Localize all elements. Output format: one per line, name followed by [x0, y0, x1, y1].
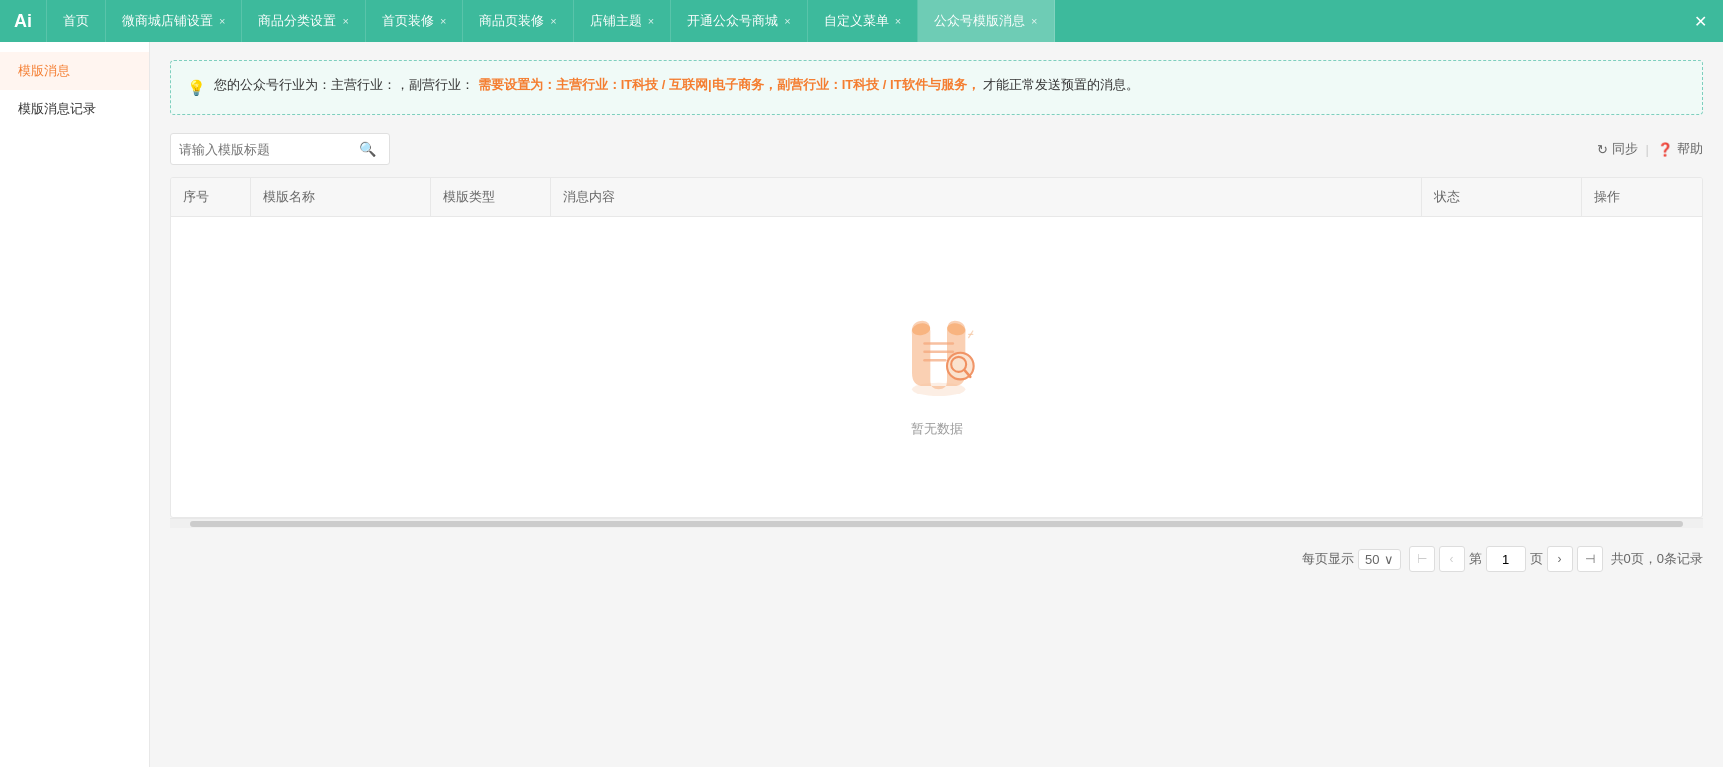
tab-label: 首页 [63, 12, 89, 30]
col-header-index: 序号 [171, 178, 251, 216]
next-page-button[interactable]: › [1547, 546, 1573, 572]
total-info: 共0页，0条记录 [1611, 550, 1703, 568]
tab-close-icon[interactable]: × [895, 15, 901, 27]
tab-label: 自定义菜单 [824, 12, 889, 30]
col-header-status: 状态 [1422, 178, 1582, 216]
chevron-down-icon: ∨ [1384, 552, 1394, 567]
tab-label: 商品页装修 [479, 12, 544, 30]
pagination: 每页显示 50 ∨ ⊢ ‹ 第 页 › ⊣ 共0页，0条记录 [170, 540, 1703, 578]
table-body: 暂无数据 [171, 217, 1702, 517]
content-area: 💡 您的公众号行业为：主营行业：，副营行业： 需要设置为：主营行业：IT科技 /… [150, 42, 1723, 767]
tab-item-5[interactable]: 店铺主题 × [574, 0, 671, 42]
tab-item-0[interactable]: 首页 [47, 0, 106, 42]
search-icon[interactable]: 🔍 [359, 141, 376, 157]
sync-button[interactable]: ↻ 同步 [1597, 140, 1638, 158]
scrollbar-thumb[interactable] [190, 521, 1683, 527]
prev-page-button[interactable]: ‹ [1439, 546, 1465, 572]
sidebar: 模版消息模版消息记录 [0, 42, 150, 767]
col-header-type: 模版类型 [431, 178, 551, 216]
search-input-wrap[interactable]: 🔍 [170, 133, 390, 165]
tab-label: 首页装修 [382, 12, 434, 30]
notice-icon: 💡 [187, 76, 206, 100]
logo: Ai [0, 0, 47, 42]
help-button[interactable]: ❓ 帮助 [1657, 140, 1703, 158]
tab-close-icon[interactable]: × [784, 15, 790, 27]
table-header: 序号 模版名称 模版类型 消息内容 状态 操作 [171, 178, 1702, 217]
tab-item-3[interactable]: 首页装修 × [366, 0, 463, 42]
table-wrap: 序号 模版名称 模版类型 消息内容 状态 操作 [170, 177, 1703, 518]
tab-bar: Ai 首页微商城店铺设置×商品分类设置×首页装修×商品页装修×店铺主题×开通公众… [0, 0, 1723, 42]
notice-text: 您的公众号行业为：主营行业：，副营行业： 需要设置为：主营行业：IT科技 / 互… [214, 75, 1139, 96]
page-size-dropdown[interactable]: 50 ∨ [1358, 549, 1400, 570]
tab-item-4[interactable]: 商品页装修 × [463, 0, 573, 42]
notice-box: 💡 您的公众号行业为：主营行业：，副营行业： 需要设置为：主营行业：IT科技 /… [170, 60, 1703, 115]
search-actions: ↻ 同步 | ❓ 帮助 [1597, 140, 1703, 158]
page-size-label: 每页显示 [1302, 550, 1354, 568]
tab-label: 店铺主题 [590, 12, 642, 30]
divider: | [1646, 142, 1649, 157]
tab-close-icon[interactable]: × [219, 15, 225, 27]
sidebar-item-1[interactable]: 模版消息记录 [0, 90, 149, 128]
sidebar-item-0[interactable]: 模版消息 [0, 52, 149, 90]
sync-icon: ↻ [1597, 142, 1608, 157]
tab-close-icon[interactable]: × [342, 15, 348, 27]
tab-close-icon[interactable]: × [648, 15, 654, 27]
scrollbar-area[interactable] [170, 518, 1703, 528]
first-page-button[interactable]: ⊢ [1409, 546, 1435, 572]
page-size-select: 每页显示 50 ∨ [1302, 549, 1400, 570]
page-nav: ⊢ ‹ 第 页 › ⊣ [1409, 546, 1603, 572]
page-suffix: 页 [1530, 550, 1543, 568]
help-icon: ❓ [1657, 142, 1673, 157]
col-header-action: 操作 [1582, 178, 1702, 216]
page-prefix: 第 [1469, 550, 1482, 568]
col-header-content: 消息内容 [551, 178, 1422, 216]
tab-item-8[interactable]: 公众号模版消息 × [918, 0, 1054, 42]
empty-text: 暂无数据 [911, 420, 963, 438]
tab-item-1[interactable]: 微商城店铺设置 × [106, 0, 242, 42]
tab-close-icon[interactable]: × [550, 15, 556, 27]
search-input[interactable] [179, 142, 359, 157]
empty-illustration [887, 306, 987, 406]
main-layout: 模版消息模版消息记录 💡 您的公众号行业为：主营行业：，副营行业： 需要设置为：… [0, 42, 1723, 767]
tab-label: 商品分类设置 [258, 12, 336, 30]
tab-label: 开通公众号商城 [687, 12, 778, 30]
notice-highlight: 需要设置为：主营行业：IT科技 / 互联网|电子商务，副营行业：IT科技 / I… [478, 77, 980, 92]
tab-close-icon[interactable]: × [440, 15, 446, 27]
tab-item-6[interactable]: 开通公众号商城 × [671, 0, 807, 42]
page-number-input[interactable] [1486, 546, 1526, 572]
tab-item-2[interactable]: 商品分类设置 × [242, 0, 365, 42]
tab-label: 公众号模版消息 [934, 12, 1025, 30]
tab-label: 微商城店铺设置 [122, 12, 213, 30]
tab-close-icon[interactable]: × [1031, 15, 1037, 27]
tab-bar-close-button[interactable]: ✕ [1678, 0, 1723, 42]
col-header-name: 模版名称 [251, 178, 431, 216]
tab-item-7[interactable]: 自定义菜单 × [808, 0, 918, 42]
search-bar: 🔍 ↻ 同步 | ❓ 帮助 [170, 133, 1703, 165]
last-page-button[interactable]: ⊣ [1577, 546, 1603, 572]
